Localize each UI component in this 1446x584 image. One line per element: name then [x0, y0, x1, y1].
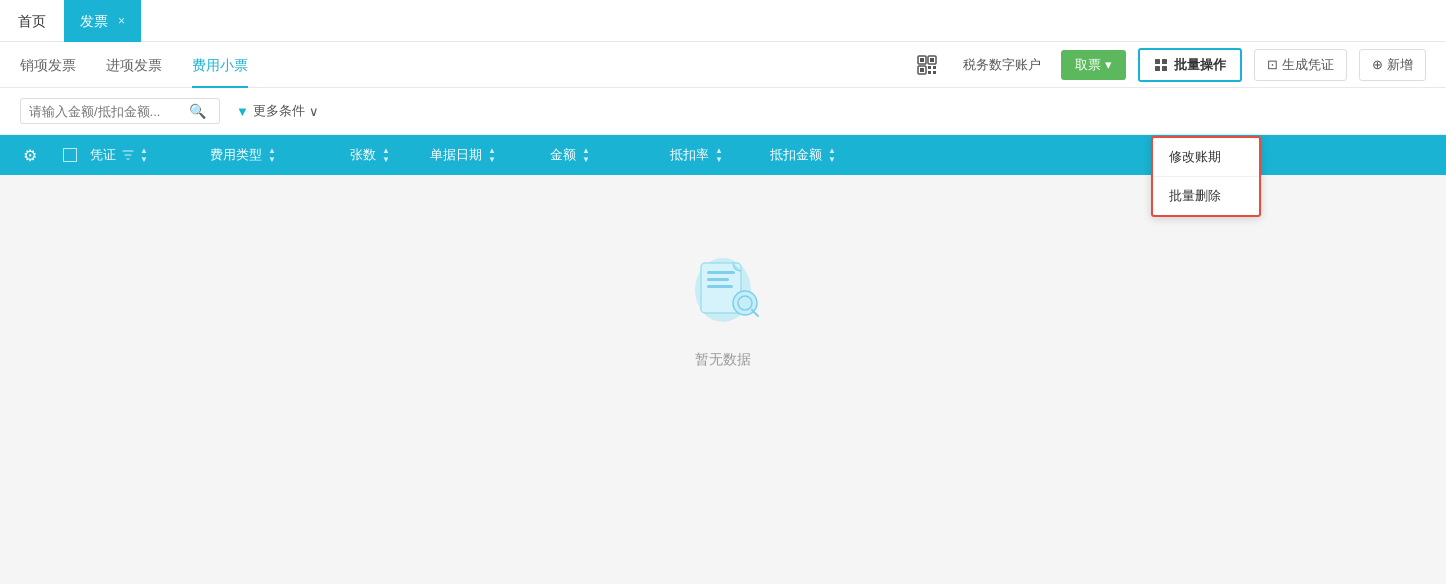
more-conditions-arrow: ∨	[309, 104, 319, 119]
header-checkbox[interactable]	[63, 148, 77, 162]
filter-icon: ▼	[236, 104, 249, 119]
svg-rect-7	[933, 66, 936, 69]
top-nav: 首页 发票 ×	[0, 0, 1446, 42]
svg-rect-18	[707, 285, 733, 288]
batch-ops-label: 批量操作	[1174, 56, 1226, 74]
svg-rect-5	[920, 68, 924, 72]
empty-state-icon	[673, 235, 773, 335]
nav-tab-close-icon[interactable]: ×	[118, 0, 125, 42]
quepiao-button[interactable]: 取票 ▾	[1061, 50, 1126, 80]
th-deduct-rate-label: 抵扣率	[670, 146, 709, 164]
batch-ops-icon	[1154, 58, 1168, 72]
sub-tabs-right: 税务数字账户 取票 ▾ 批量操作 ⊡ 生成凭证 ⊕ 新增	[911, 48, 1426, 82]
th-amount[interactable]: 金额 ▲▼	[550, 146, 670, 164]
search-icon[interactable]: 🔍	[189, 103, 206, 119]
svg-rect-13	[1162, 66, 1167, 71]
more-conditions-label: 更多条件	[253, 102, 305, 120]
tab-expense-receipt[interactable]: 费用小票	[192, 42, 248, 88]
svg-rect-9	[933, 71, 936, 74]
qr-icon-button[interactable]	[911, 49, 943, 81]
svg-rect-10	[1155, 59, 1160, 64]
svg-rect-3	[930, 58, 934, 62]
svg-rect-6	[928, 66, 931, 69]
quepiao-label: 取票	[1075, 56, 1101, 74]
search-input-wrap[interactable]: 🔍	[20, 98, 220, 124]
settings-icon: ⚙	[23, 146, 37, 165]
svg-rect-11	[1162, 59, 1167, 64]
nav-tab-invoice-label: 发票	[80, 0, 108, 42]
generate-voucher-label: 生成凭证	[1282, 56, 1334, 74]
dropdown-item-batch-delete[interactable]: 批量删除	[1153, 176, 1259, 215]
new-label: 新增	[1387, 56, 1413, 74]
svg-rect-8	[928, 71, 931, 74]
th-expense-type-label: 费用类型	[210, 146, 262, 164]
sub-tabs-left: 销项发票 进项发票 费用小票	[20, 42, 248, 88]
th-deduct-amount[interactable]: 抵扣金额 ▲▼	[770, 146, 890, 164]
th-checkbox[interactable]	[50, 148, 90, 162]
new-button[interactable]: ⊕ 新增	[1359, 49, 1426, 81]
batch-ops-dropdown: 修改账期 批量删除	[1151, 136, 1261, 217]
th-expense-type[interactable]: 费用类型 ▲▼	[210, 146, 350, 164]
svg-rect-17	[707, 278, 729, 281]
empty-state-text: 暂无数据	[695, 351, 751, 369]
sub-tabs-bar: 销项发票 进项发票 费用小票 税务数字账户 取票 ▾	[0, 42, 1446, 88]
th-date-label: 单据日期	[430, 146, 482, 164]
th-date[interactable]: 单据日期 ▲▼	[430, 146, 550, 164]
filter-bar: 🔍 ▼ 更多条件 ∨	[0, 88, 1446, 135]
tax-digital-account-button[interactable]: 税务数字账户	[955, 56, 1049, 74]
th-settings[interactable]: ⚙	[10, 146, 50, 165]
nav-home[interactable]: 首页	[0, 0, 64, 42]
th-voucher-label: 凭证	[90, 146, 116, 164]
th-amount-label: 金额	[550, 146, 576, 164]
th-deduct-rate[interactable]: 抵扣率 ▲▼	[670, 146, 770, 164]
new-icon: ⊕	[1372, 57, 1383, 72]
th-voucher[interactable]: 凭证 ▲▼	[90, 146, 210, 164]
tab-input-invoice[interactable]: 进项发票	[106, 42, 162, 88]
th-count[interactable]: 张数 ▲▼	[350, 146, 430, 164]
svg-rect-12	[1155, 66, 1160, 71]
th-count-label: 张数	[350, 146, 376, 164]
more-conditions-button[interactable]: ▼ 更多条件 ∨	[236, 102, 319, 120]
quepiao-arrow-icon: ▾	[1105, 57, 1112, 72]
generate-voucher-button[interactable]: ⊡ 生成凭证	[1254, 49, 1347, 81]
svg-rect-16	[707, 271, 735, 274]
voucher-filter-icon	[122, 148, 134, 162]
search-input[interactable]	[29, 104, 189, 119]
dropdown-item-modify-period[interactable]: 修改账期	[1153, 138, 1259, 176]
nav-tab-invoice[interactable]: 发票 ×	[64, 0, 141, 42]
th-deduct-amount-label: 抵扣金额	[770, 146, 822, 164]
svg-rect-1	[920, 58, 924, 62]
batch-ops-button[interactable]: 批量操作	[1138, 48, 1242, 82]
tab-sales-invoice[interactable]: 销项发票	[20, 42, 76, 88]
generate-voucher-icon: ⊡	[1267, 57, 1278, 72]
